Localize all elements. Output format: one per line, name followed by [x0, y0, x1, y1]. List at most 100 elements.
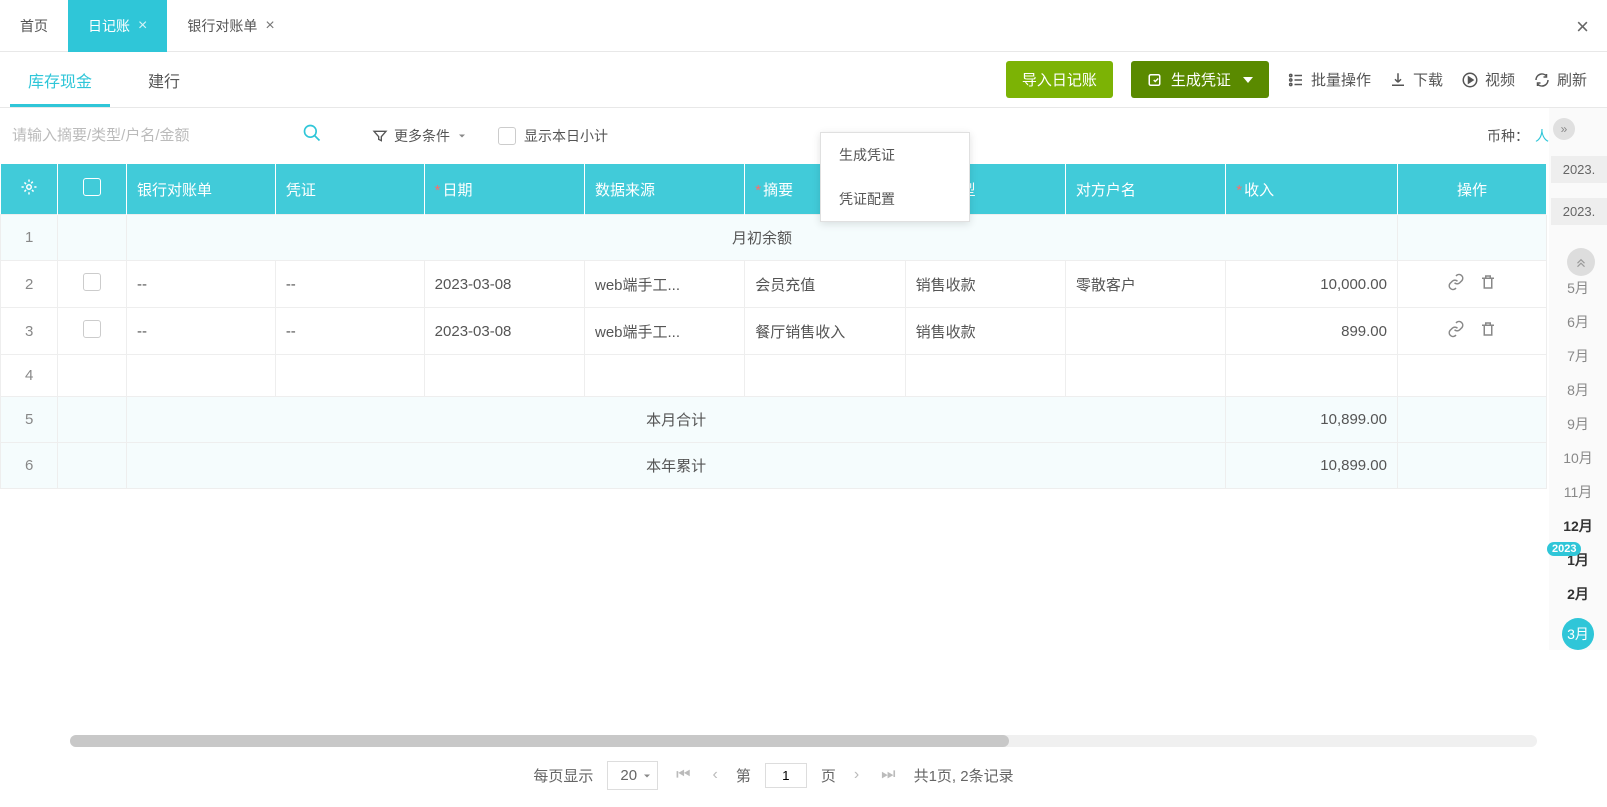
action-buttons: 导入日记账 生成凭证 批量操作 下载 视频 刷新	[1006, 61, 1587, 98]
table-row[interactable]: 2 -- -- 2023-03-08 web端手工... 会员充值 销售收款 零…	[1, 261, 1547, 308]
per-page-label: 每页显示	[533, 765, 593, 786]
close-icon[interactable]: ×	[265, 17, 274, 35]
batch-action-link[interactable]: 批量操作	[1287, 69, 1371, 90]
row-number: 4	[1, 355, 58, 397]
col-voucher: 凭证	[275, 164, 424, 215]
cell-income: 10,000.00	[1226, 261, 1398, 308]
scrollbar-thumb[interactable]	[70, 735, 1009, 747]
video-label: 视频	[1485, 69, 1515, 90]
close-all-icon[interactable]: ×	[1576, 14, 1589, 40]
cell-date: 2023-03-08	[424, 308, 584, 355]
import-journal-button[interactable]: 导入日记账	[1006, 61, 1113, 98]
search-wrap	[12, 121, 342, 151]
month-item-active[interactable]: 3月	[1562, 618, 1594, 650]
tab-bank-statement-label: 银行对账单	[187, 16, 257, 36]
more-filter-button[interactable]: 更多条件	[372, 126, 468, 146]
cell-date: 2023-03-08	[424, 261, 584, 308]
scroll-top-icon[interactable]	[1567, 248, 1595, 276]
top-tab-bar: 首页 日记账 × 银行对账单 × ×	[0, 0, 1607, 52]
cell-summary: 餐厅销售收入	[745, 308, 905, 355]
row-checkbox[interactable]	[83, 273, 101, 291]
show-daily-subtotal-checkbox[interactable]: 显示本日小计	[498, 126, 608, 146]
tab-bank-statement[interactable]: 银行对账单 ×	[167, 0, 294, 52]
play-icon	[1461, 71, 1479, 89]
filter-icon	[372, 128, 388, 144]
generate-voucher-dropdown: 生成凭证 凭证配置	[820, 132, 970, 222]
next-page-button[interactable]: ›	[850, 766, 863, 784]
table-header-row: 银行对账单 凭证 日期 数据来源 摘要 收支类型 对方户名 收入 操作	[1, 164, 1547, 215]
page-input[interactable]	[765, 763, 807, 788]
gear-icon	[20, 178, 38, 196]
per-page-select[interactable]: 20	[607, 761, 658, 790]
refresh-link[interactable]: 刷新	[1533, 69, 1587, 90]
month-item[interactable]: 10月	[1549, 448, 1607, 468]
month-item[interactable]: 5月	[1549, 278, 1607, 298]
table-row: 6 本年累计 10,899.00	[1, 443, 1547, 489]
delete-icon[interactable]	[1479, 273, 1497, 295]
month-item[interactable]: 12月	[1549, 516, 1607, 536]
cell-source: web端手工...	[584, 308, 744, 355]
col-date: 日期	[424, 164, 584, 215]
video-link[interactable]: 视频	[1461, 69, 1515, 90]
page-prefix: 第	[736, 765, 751, 786]
collapse-icon[interactable]: »	[1553, 118, 1575, 140]
table-row[interactable]: 4	[1, 355, 1547, 397]
month-item[interactable]: 7月	[1549, 346, 1607, 366]
col-ops: 操作	[1398, 164, 1547, 215]
row-checkbox[interactable]	[83, 320, 101, 338]
tab-journal[interactable]: 日记账 ×	[68, 0, 167, 52]
dropdown-voucher-config[interactable]: 凭证配置	[821, 177, 969, 221]
delete-icon[interactable]	[1479, 320, 1497, 342]
month-item[interactable]: 9月	[1549, 414, 1607, 434]
prev-page-button[interactable]: ‹	[708, 766, 721, 784]
refresh-label: 刷新	[1557, 69, 1587, 90]
link-icon[interactable]	[1447, 320, 1465, 342]
sub-tabs: 库存现金 建行	[0, 52, 208, 107]
more-filter-label: 更多条件	[394, 126, 450, 146]
table-row: 1 月初余额	[1, 215, 1547, 261]
currency-label: 币种：	[1487, 126, 1529, 146]
subtab-cash[interactable]: 库存现金	[0, 52, 120, 107]
checkbox-icon	[498, 127, 516, 145]
download-link[interactable]: 下载	[1389, 69, 1443, 90]
row-number: 1	[1, 215, 58, 261]
pagination-bar: 每页显示 20 ⏮ ‹ 第 页 › ⏭ 共1页, 2条记录	[0, 753, 1547, 797]
subtab-ccb-label: 建行	[148, 68, 180, 92]
table-row: 5 本月合计 10,899.00	[1, 397, 1547, 443]
table-row[interactable]: 3 -- -- 2023-03-08 web端手工... 餐厅销售收入 销售收款…	[1, 308, 1547, 355]
month-item[interactable]: 8月	[1549, 380, 1607, 400]
generate-voucher-button[interactable]: 生成凭证	[1131, 61, 1269, 98]
year-selector-start[interactable]: 2023.	[1551, 156, 1607, 183]
row-ops	[1408, 320, 1536, 342]
col-source: 数据来源	[584, 164, 744, 215]
month-list: 5月 6月 7月 8月 9月 10月 11月 12月 2023 1月 2月 3月	[1549, 278, 1607, 650]
year-badge: 2023	[1547, 542, 1581, 556]
horizontal-scrollbar[interactable]	[70, 735, 1537, 747]
cell-income: 899.00	[1226, 308, 1398, 355]
year-selector-end[interactable]: 2023.	[1551, 198, 1607, 225]
subtab-ccb[interactable]: 建行	[120, 52, 208, 107]
checkbox-icon	[83, 178, 101, 196]
search-input[interactable]	[12, 121, 292, 150]
chevron-down-icon	[641, 770, 653, 782]
settings-column-header[interactable]	[1, 164, 58, 215]
month-item[interactable]: 11月	[1549, 482, 1607, 502]
search-icon[interactable]	[302, 123, 322, 149]
first-page-button[interactable]: ⏮	[672, 766, 694, 784]
chevron-down-icon	[456, 130, 468, 142]
month-item[interactable]: 2月	[1549, 584, 1607, 604]
col-income: 收入	[1226, 164, 1398, 215]
cell-party: 零散客户	[1065, 261, 1225, 308]
month-item[interactable]: 6月	[1549, 312, 1607, 332]
select-all-header[interactable]	[58, 164, 127, 215]
row-number: 3	[1, 308, 58, 355]
link-icon[interactable]	[1447, 273, 1465, 295]
tab-home[interactable]: 首页	[0, 0, 68, 52]
batch-icon	[1287, 71, 1305, 89]
close-icon[interactable]: ×	[138, 17, 147, 35]
journal-table: 银行对账单 凭证 日期 数据来源 摘要 收支类型 对方户名 收入 操作 1 月初…	[0, 164, 1547, 489]
cell-type: 销售收款	[905, 308, 1065, 355]
dropdown-generate-voucher[interactable]: 生成凭证	[821, 133, 969, 177]
last-page-button[interactable]: ⏭	[877, 766, 899, 784]
month-item[interactable]: 2023 1月	[1549, 550, 1607, 570]
